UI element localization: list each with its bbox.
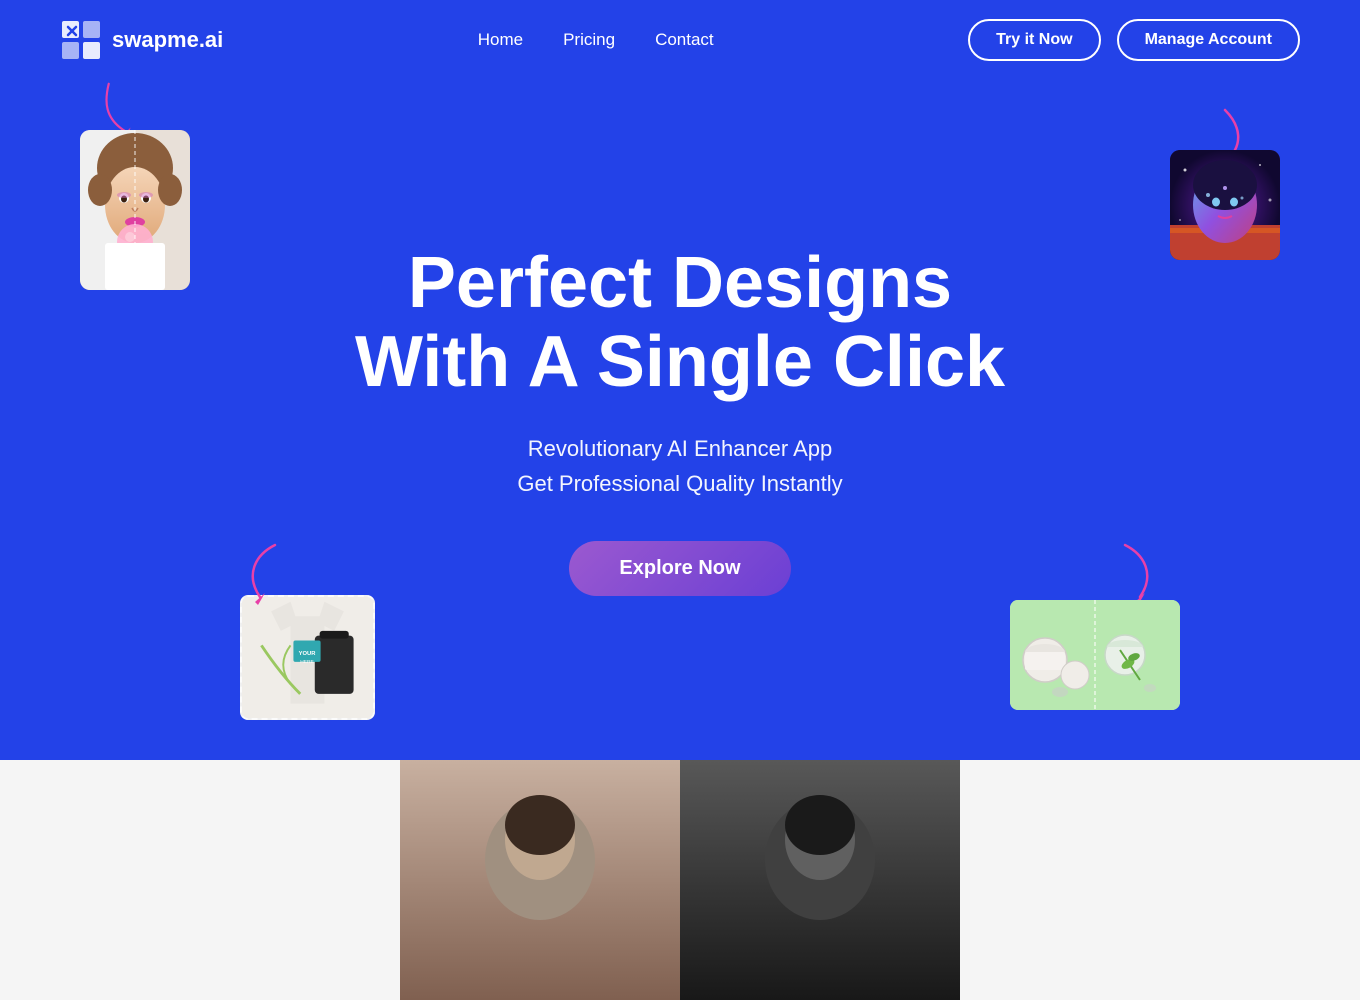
nav-contact[interactable]: Contact	[655, 30, 714, 50]
portrait-image-top-left	[80, 130, 190, 290]
below-hero-section	[0, 760, 1360, 1000]
logo-text: swapme.ai	[112, 27, 223, 53]
hero-content: Perfect Designs With A Single Click Revo…	[355, 244, 1005, 596]
tshirt-image: YOUR HERE	[240, 595, 375, 720]
nav-home[interactable]: Home	[478, 30, 523, 50]
deco-tshirt: YOUR HERE	[240, 595, 375, 720]
navbar: swapme.ai Home Pricing Contact Try it No…	[0, 0, 1360, 80]
split-image-right	[680, 760, 960, 1000]
nav-links: Home Pricing Contact	[478, 30, 714, 50]
svg-text:HERE: HERE	[300, 659, 314, 665]
hero-section: Perfect Designs With A Single Click Revo…	[0, 0, 1360, 760]
split-image-left	[400, 760, 680, 1000]
deco-portrait-top-right	[1170, 150, 1280, 260]
arrow-bottom-right-icon	[1080, 535, 1160, 605]
deco-products	[1010, 600, 1180, 710]
nav-pricing[interactable]: Pricing	[563, 30, 615, 50]
arrow-bottom-left-icon	[240, 535, 320, 605]
logo-icon	[60, 19, 102, 61]
products-image	[1010, 600, 1180, 710]
nav-actions: Try it Now Manage Account	[968, 19, 1300, 61]
logo[interactable]: swapme.ai	[60, 19, 223, 61]
portrait-image-top-right	[1170, 150, 1280, 260]
deco-portrait-top-left	[80, 130, 190, 290]
split-image-preview	[400, 760, 960, 1000]
svg-text:YOUR: YOUR	[299, 651, 317, 657]
explore-now-button[interactable]: Explore Now	[569, 541, 790, 596]
manage-account-button[interactable]: Manage Account	[1117, 19, 1300, 61]
try-it-now-button[interactable]: Try it Now	[968, 19, 1100, 61]
hero-title: Perfect Designs With A Single Click	[355, 244, 1005, 402]
hero-subtitle: Revolutionary AI Enhancer App Get Profes…	[355, 431, 1005, 501]
